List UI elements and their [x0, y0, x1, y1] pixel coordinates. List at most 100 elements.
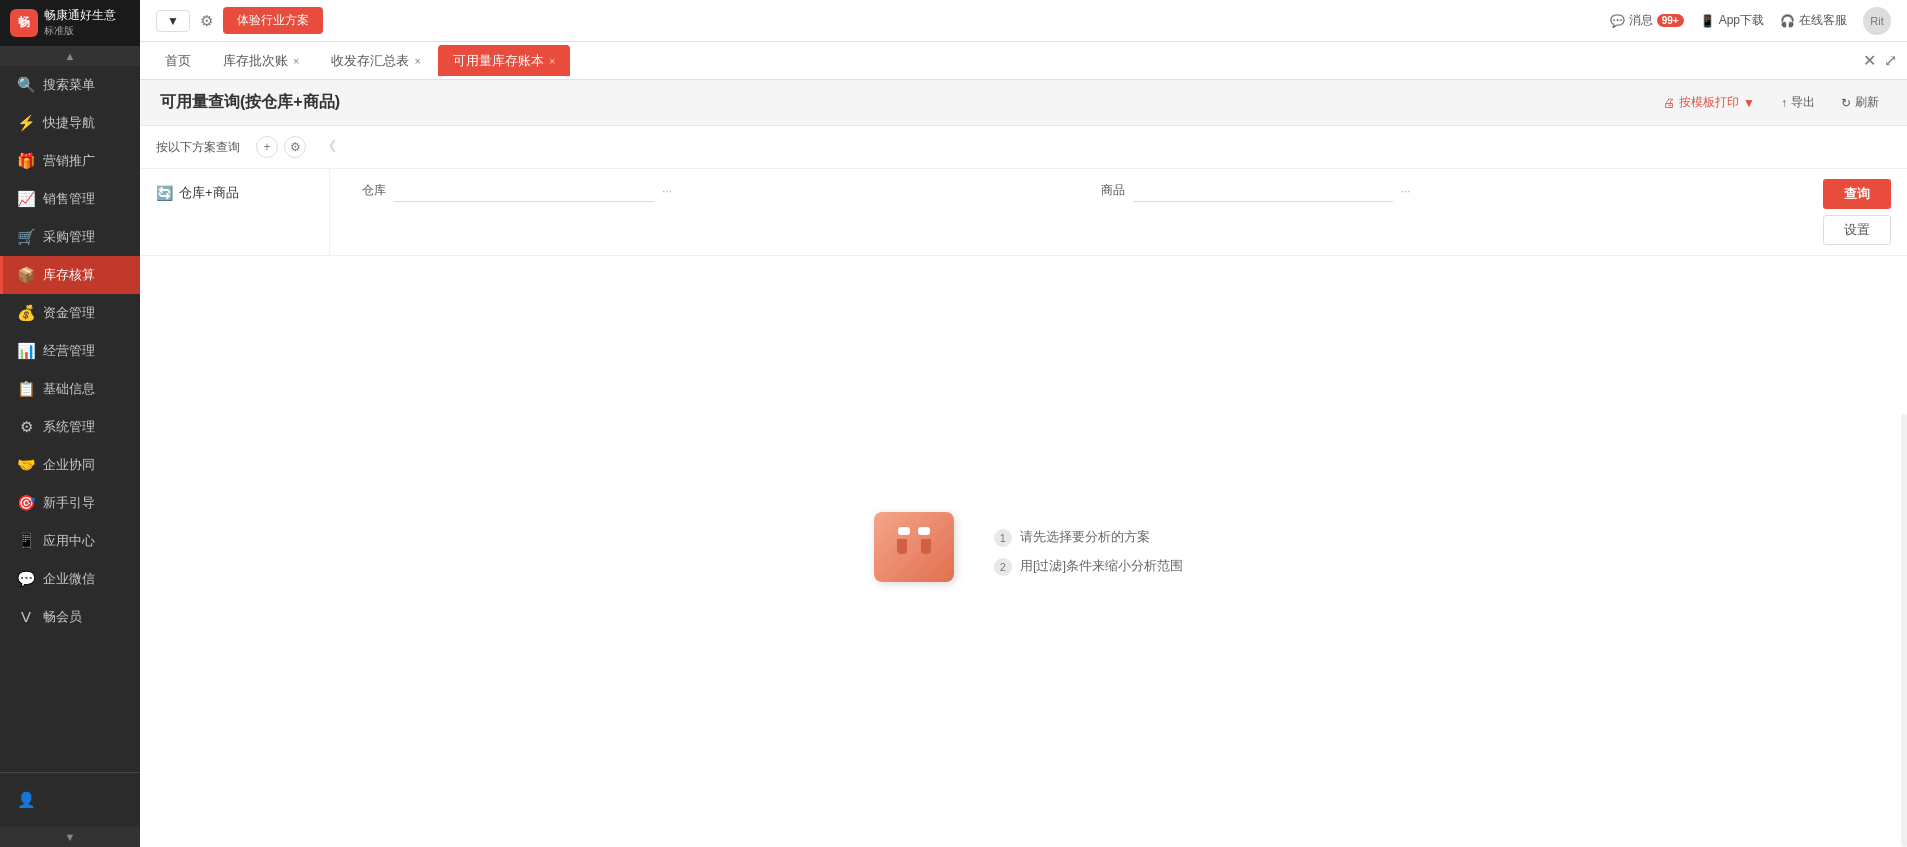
tab-close-batch-account[interactable]: ×	[293, 55, 299, 67]
empty-tip-2: 2 用[过滤]条件来缩小分析范围	[994, 557, 1183, 576]
sidebar-item-bottom[interactable]: 👤	[0, 781, 140, 819]
header-settings-icon[interactable]: ⚙	[200, 12, 213, 30]
scheme-item-warehouse-product[interactable]: 🔄 仓库+商品	[140, 177, 329, 209]
sidebar-icon-finance: 💰	[17, 304, 35, 322]
sidebar-item-search[interactable]: 🔍 搜索菜单	[0, 66, 140, 104]
sidebar-header: 畅 畅康通好生意 标准版	[0, 0, 140, 46]
app-icon: 畅	[10, 9, 38, 37]
robot-face	[874, 512, 954, 535]
sidebar-icon-system: ⚙	[17, 418, 35, 436]
tab-batch-account[interactable]: 库存批次账×	[208, 45, 314, 76]
sidebar-label-system: 系统管理	[43, 418, 95, 436]
tip-text-1: 请先选择要分析的方案	[1020, 528, 1150, 546]
sidebar-item-purchase[interactable]: 🛒 采购管理	[0, 218, 140, 256]
sidebar-icon-inventory: 📦	[17, 266, 35, 284]
app-download-btn[interactable]: 📱 App下载	[1700, 12, 1764, 29]
tip-num-1: 1	[994, 529, 1012, 547]
phone-icon: 📱	[1700, 14, 1715, 28]
add-scheme-btn[interactable]: +	[256, 136, 278, 158]
export-icon: ↑	[1781, 96, 1787, 110]
message-badge: 99+	[1657, 14, 1684, 27]
page-header: 可用量查询(按仓库+商品) 🖨 按模板打印 ▼ ↑ 导出 ↻ 刷新	[140, 80, 1907, 126]
sidebar-item-enterprise[interactable]: 🤝 企业协同	[0, 446, 140, 484]
refresh-btn[interactable]: ↻ 刷新	[1833, 90, 1887, 115]
tab-close-collect-summary[interactable]: ×	[414, 55, 420, 67]
warehouse-input[interactable]	[394, 179, 654, 202]
sidebar-item-inventory[interactable]: 📦 库存核算	[0, 256, 140, 294]
close-tab-btn[interactable]: ✕	[1863, 51, 1876, 70]
sidebar-bottom: 👤	[0, 772, 140, 827]
settings-icon: ⚙	[290, 140, 301, 154]
sidebar-icon-search: 🔍	[17, 76, 35, 94]
empty-tip-1: 1 请先选择要分析的方案	[994, 528, 1183, 547]
tab-collect-summary[interactable]: 收发存汇总表×	[316, 45, 435, 76]
dropdown-icon: ▼	[1743, 96, 1755, 110]
scheme-settings-btn[interactable]: ⚙	[284, 136, 306, 158]
empty-tips: 1 请先选择要分析的方案 2 用[过滤]条件来缩小分析范围	[994, 528, 1183, 576]
online-service-btn[interactable]: 🎧 在线客服	[1780, 12, 1847, 29]
tab-close-available-stock[interactable]: ×	[549, 55, 555, 67]
main-area: ▼ ⚙ 体验行业方案 💬 消息 99+ 📱 App下载 🎧 在线客服 Rit	[140, 0, 1907, 847]
sidebar-scroll-down[interactable]: ▼	[0, 827, 140, 847]
tabs-right: ✕ ⤢	[1863, 51, 1897, 70]
sidebar-item-shortcut[interactable]: ⚡ 快捷导航	[0, 104, 140, 142]
collapse-icon[interactable]: 《	[322, 138, 336, 156]
robot-legs	[874, 539, 954, 554]
tab-home[interactable]: 首页	[150, 45, 206, 76]
query-btn[interactable]: 查询	[1823, 179, 1891, 209]
product-more[interactable]: ···	[1401, 184, 1411, 198]
trial-btn[interactable]: 体验行业方案	[223, 7, 323, 34]
sidebar-item-wechat[interactable]: 💬 企业微信	[0, 560, 140, 598]
message-label: 消息	[1629, 12, 1653, 29]
sidebar-item-marketing[interactable]: 🎁 营销推广	[0, 142, 140, 180]
warehouse-more[interactable]: ···	[662, 184, 672, 198]
sidebar-label-marketing: 营销推广	[43, 152, 95, 170]
sidebar-item-apps[interactable]: 📱 应用中心	[0, 522, 140, 560]
sidebar-item-finance[interactable]: 💰 资金管理	[0, 294, 140, 332]
plus-icon: +	[263, 140, 270, 154]
export-btn[interactable]: ↑ 导出	[1773, 90, 1823, 115]
right-scrollbar	[1901, 414, 1907, 847]
sidebar-label-purchase: 采购管理	[43, 228, 95, 246]
sidebar-item-system[interactable]: ⚙ 系统管理	[0, 408, 140, 446]
sidebar-scroll-up[interactable]: ▲	[0, 46, 140, 66]
sidebar-icon-member: V	[17, 608, 35, 625]
template-print-label: 按模板打印	[1679, 94, 1739, 111]
scheme-icon: 🔄	[156, 185, 173, 201]
sidebar-item-basic[interactable]: 📋 基础信息	[0, 370, 140, 408]
sidebar-icon-enterprise: 🤝	[17, 456, 35, 474]
sidebar-item-newbie[interactable]: 🎯 新手引导	[0, 484, 140, 522]
query-fields: 仓库 ··· 商品 ···	[330, 169, 1823, 255]
expand-tab-btn[interactable]: ⤢	[1884, 51, 1897, 70]
app-version: 标准版	[44, 24, 116, 38]
settings-btn[interactable]: 设置	[1823, 215, 1891, 245]
sidebar-item-operation[interactable]: 📊 经营管理	[0, 332, 140, 370]
header-left: ▼ ⚙ 体验行业方案	[156, 7, 323, 34]
workspace-dropdown[interactable]: ▼	[156, 10, 190, 32]
sidebar-icon-marketing: 🎁	[17, 152, 35, 170]
sidebar-label-apps: 应用中心	[43, 532, 95, 550]
filter-actions: + ⚙	[256, 136, 306, 158]
robot-eye-left	[898, 527, 910, 535]
empty-illustration	[864, 502, 964, 602]
app-name: 畅康通好生意	[44, 8, 116, 24]
sidebar-label-member: 畅会员	[43, 608, 82, 626]
sidebar-label-basic: 基础信息	[43, 380, 95, 398]
message-btn[interactable]: 💬 消息 99+	[1610, 12, 1684, 29]
online-service-label: 在线客服	[1799, 12, 1847, 29]
query-actions: 查询 设置	[1823, 169, 1907, 255]
robot-box	[874, 512, 954, 582]
template-print-btn[interactable]: 🖨 按模板打印 ▼	[1655, 90, 1763, 115]
product-input[interactable]	[1133, 179, 1393, 202]
sidebar-item-sales[interactable]: 📈 销售管理	[0, 180, 140, 218]
filter-bar: 按以下方案查询 + ⚙ 《	[140, 126, 1907, 169]
tip-num-2: 2	[994, 558, 1012, 576]
print-icon: 🖨	[1663, 96, 1675, 110]
app-download-label: App下载	[1719, 12, 1764, 29]
export-label: 导出	[1791, 94, 1815, 111]
user-avatar[interactable]: Rit	[1863, 7, 1891, 35]
tab-available-stock[interactable]: 可用量库存账本×	[438, 45, 570, 76]
sidebar-item-member[interactable]: V 畅会员	[0, 598, 140, 636]
field-row: 仓库 ··· 商品 ···	[346, 179, 1807, 202]
sidebar-label-inventory: 库存核算	[43, 266, 95, 284]
